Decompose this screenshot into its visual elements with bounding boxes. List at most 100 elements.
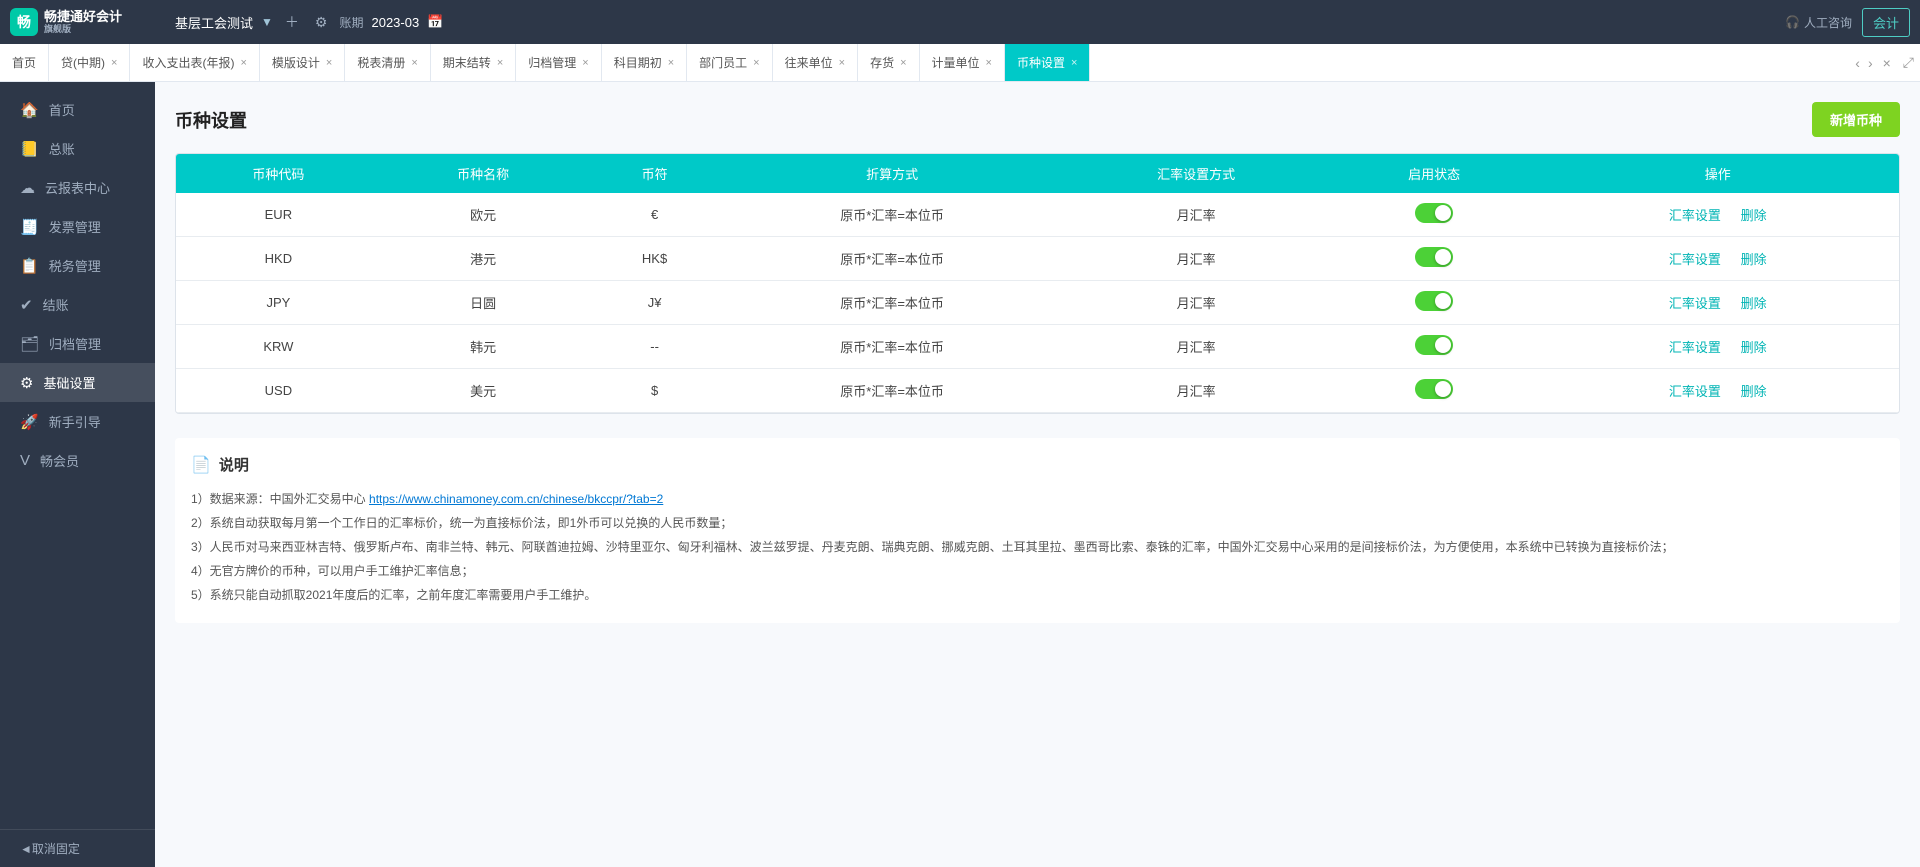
sidebar-label-guide: 新手引导 [49,412,101,431]
sidebar-item-cloud-report[interactable]: ☁ 云报表中心 [0,168,155,207]
tab-close-icon[interactable]: × [753,57,759,69]
tab-archive[interactable]: 归档管理 × [516,44,601,82]
tab-close-icon[interactable]: × [111,57,117,69]
content-area: 币种设置 新增币种 币种代码 币种名称 币符 折算方式 汇率设置方式 启用状态 … [155,82,1920,867]
tab-counterpart[interactable]: 往来单位 × [773,44,858,82]
tab-expand-button[interactable]: ⤢ [1897,44,1920,82]
page-title: 币种设置 [175,107,247,133]
cell-name: 韩元 [381,325,586,369]
sidebar-item-settle[interactable]: ✔ 结账 [0,285,155,324]
rate-setting-link[interactable]: 汇率设置 [1669,384,1721,399]
tab-next-button[interactable]: › [1864,44,1877,82]
settings-icon[interactable]: ⚙ [311,10,332,35]
logo-app-name: 畅捷通好会计 [44,9,122,25]
top-bar: 畅 畅捷通好会计 旗舰版 基层工会测试 ▼ ＋ ⚙ 账期 2023-03 📅 🎧… [0,0,1920,44]
logo-sub-label: 旗舰版 [44,24,122,35]
tab-close-icon[interactable]: × [668,57,674,69]
tab-mid-loan[interactable]: 贷(中期) × [49,44,130,82]
col-header-code: 币种代码 [176,154,381,193]
workspace-dropdown[interactable]: ▼ [261,15,273,29]
help-button[interactable]: 🎧 人工咨询 [1785,14,1852,31]
tab-template-design[interactable]: 模版设计 × [260,44,345,82]
rate-setting-link[interactable]: 汇率设置 [1669,252,1721,267]
notes-link[interactable]: https://www.chinamoney.com.cn/chinese/bk… [369,492,663,506]
notes-item-4: 4）无官方牌价的币种，可以用户手工维护汇率信息； [191,559,1884,583]
cell-status [1332,369,1537,413]
toggle-enabled[interactable] [1415,291,1453,311]
rate-setting-link[interactable]: 汇率设置 [1669,208,1721,223]
cell-symbol: $ [585,369,723,413]
tab-close-icon[interactable]: × [900,57,906,69]
sidebar-item-basic-settings[interactable]: ⚙ 基础设置 [0,363,155,402]
page-header: 币种设置 新增币种 [175,102,1900,137]
rate-setting-link[interactable]: 汇率设置 [1669,296,1721,311]
cell-calc: 原币*汇率=本位币 [724,281,1061,325]
tab-home[interactable]: 首页 [0,44,49,82]
tab-department[interactable]: 部门员工 × [687,44,772,82]
tab-inventory[interactable]: 存货 × [858,44,919,82]
headset-icon: 🎧 [1785,15,1800,29]
sidebar-item-archive[interactable]: 🗂 归档管理 [0,324,155,363]
sidebar-item-invoice[interactable]: 🧾 发票管理 [0,207,155,246]
tab-annual-report[interactable]: 收入支出表(年报) × [130,44,259,82]
tab-unit[interactable]: 计量单位 × [920,44,1005,82]
sidebar-item-guide[interactable]: 🚀 新手引导 [0,402,155,441]
cell-symbol: HK$ [585,237,723,281]
logo: 畅 畅捷通好会计 旗舰版 [10,8,165,36]
cell-rate-method: 月汇率 [1061,325,1332,369]
membership-icon: V [20,452,30,469]
tab-close-icon[interactable]: × [986,57,992,69]
delete-link[interactable]: 删除 [1741,208,1767,223]
tab-period-transfer[interactable]: 期末结转 × [431,44,516,82]
cell-code: HKD [176,237,381,281]
tab-close-all-button[interactable]: × [1877,44,1897,82]
cloud-icon: ☁ [20,179,35,197]
add-icon[interactable]: ＋ [281,8,303,36]
sidebar-label-settings: 基础设置 [43,373,95,392]
sidebar-pin-label: ◄取消固定 [20,840,80,857]
tab-subject-initial[interactable]: 科目期初 × [602,44,687,82]
table-row: JPY 日圆 J¥ 原币*汇率=本位币 月汇率 汇率设置 [176,281,1899,325]
calendar-icon[interactable]: 📅 [427,14,443,30]
sidebar: 🏠 首页 📒 总账 ☁ 云报表中心 🧾 发票管理 📋 税务管理 [0,82,155,867]
sidebar-label-archive: 归档管理 [49,334,101,353]
toggle-enabled[interactable] [1415,203,1453,223]
workspace-name: 基层工会测试 [175,13,253,32]
tab-close-icon[interactable]: × [326,57,332,69]
tab-close-icon[interactable]: × [240,57,246,69]
account-button[interactable]: 会计 [1862,8,1910,37]
sidebar-item-home[interactable]: 🏠 首页 [0,90,155,129]
toggle-enabled[interactable] [1415,247,1453,267]
currency-table: 币种代码 币种名称 币符 折算方式 汇率设置方式 启用状态 操作 EUR [176,154,1899,413]
new-currency-button[interactable]: 新增币种 [1812,102,1900,137]
rate-setting-link[interactable]: 汇率设置 [1669,340,1721,355]
sidebar-label-home: 首页 [49,100,75,119]
sidebar-menu: 🏠 首页 📒 总账 ☁ 云报表中心 🧾 发票管理 📋 税务管理 [0,82,155,829]
tab-prev-button[interactable]: ‹ [1851,44,1864,82]
logo-icon: 畅 [10,8,38,36]
toggle-enabled[interactable] [1415,335,1453,355]
sidebar-item-membership[interactable]: V 畅会员 [0,441,155,480]
sidebar-pin-toggle[interactable]: ◄取消固定 [0,829,155,867]
delete-link[interactable]: 删除 [1741,296,1767,311]
col-header-calc: 折算方式 [724,154,1061,193]
table-row: USD 美元 $ 原币*汇率=本位币 月汇率 汇率设置 [176,369,1899,413]
cell-calc: 原币*汇率=本位币 [724,369,1061,413]
tab-tax-table[interactable]: 税表清册 × [345,44,430,82]
sidebar-item-tax[interactable]: 📋 税务管理 [0,246,155,285]
sidebar-label-membership: 畅会员 [40,451,79,470]
notes-item-3: 3）人民币对马来西亚林吉特、俄罗斯卢布、南非兰特、韩元、阿联酋迪拉姆、沙特里亚尔… [191,535,1884,559]
tab-close-icon[interactable]: × [839,57,845,69]
delete-link[interactable]: 删除 [1741,340,1767,355]
delete-link[interactable]: 删除 [1741,252,1767,267]
sidebar-item-ledger[interactable]: 📒 总账 [0,129,155,168]
tab-close-active-icon[interactable]: × [1071,57,1077,69]
notes-item-1: 1）数据来源：中国外汇交易中心 https://www.chinamoney.c… [191,487,1884,511]
tab-close-icon[interactable]: × [497,57,503,69]
delete-link[interactable]: 删除 [1741,384,1767,399]
tab-close-icon[interactable]: × [582,57,588,69]
tab-close-icon[interactable]: × [411,57,417,69]
table-row: EUR 欧元 € 原币*汇率=本位币 月汇率 汇率设置 [176,193,1899,237]
tab-currency[interactable]: 币种设置 × [1005,44,1090,82]
toggle-enabled[interactable] [1415,379,1453,399]
